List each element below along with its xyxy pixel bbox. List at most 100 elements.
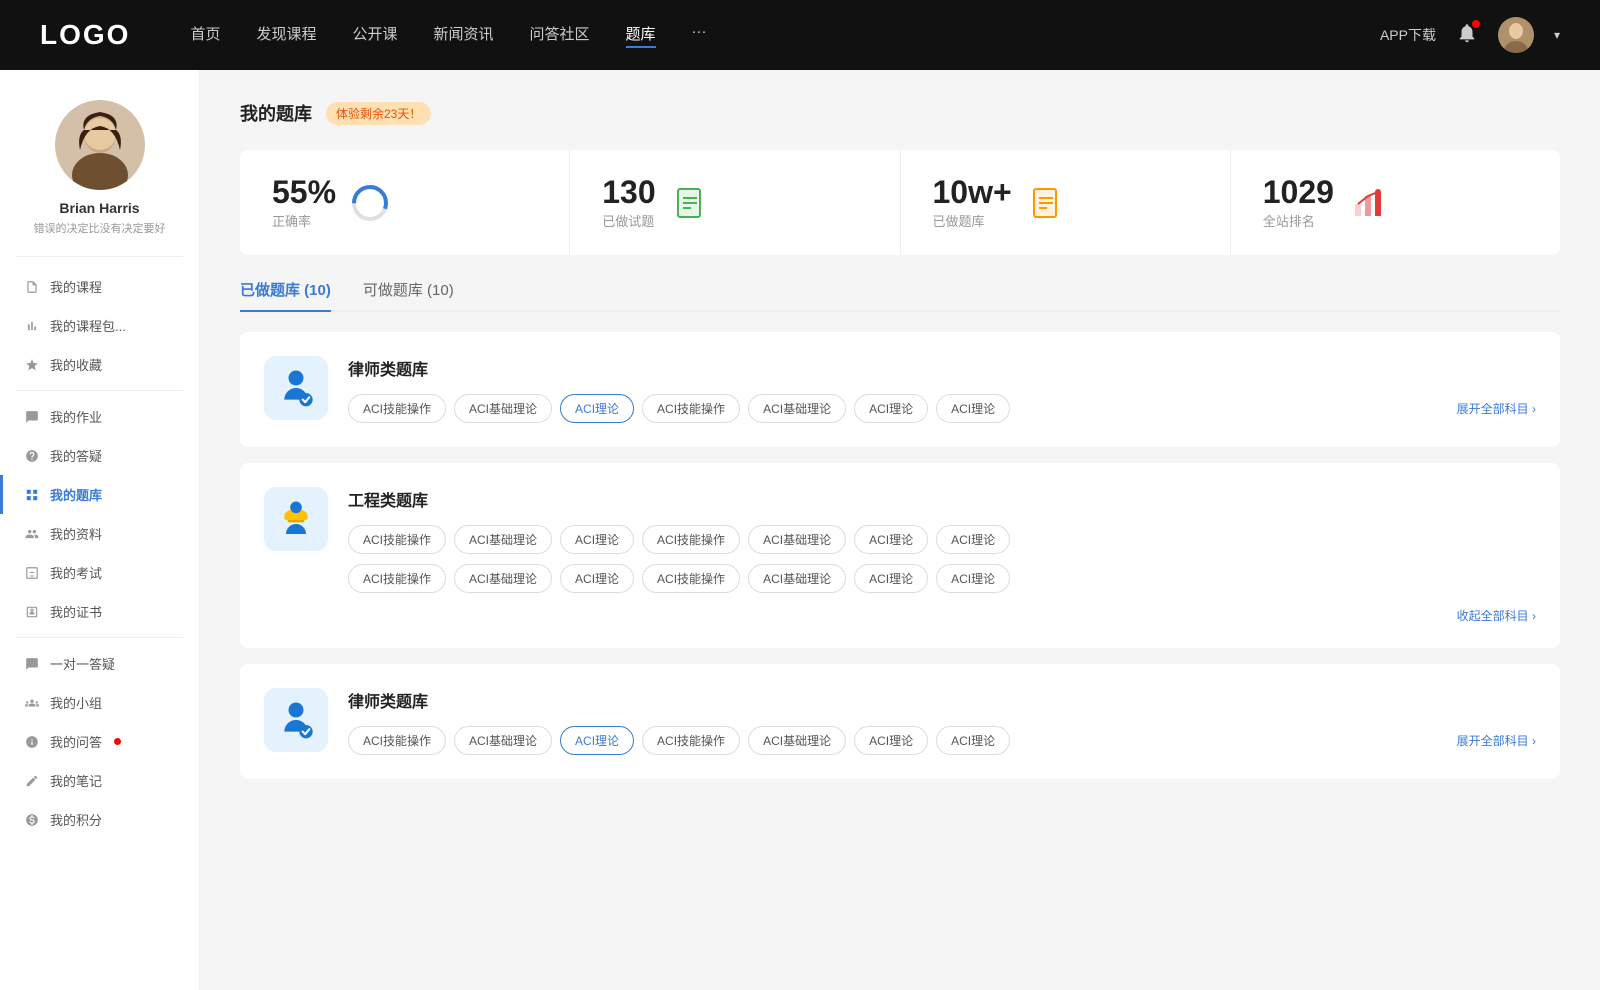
sidebar-item-coursepack[interactable]: 我的课程包... [0,306,199,345]
notification-bell[interactable] [1456,22,1478,49]
expand-tags-btn-1[interactable]: 展开全部科目 › [1457,400,1536,417]
logo[interactable]: LOGO [40,19,130,51]
sidebar-item-label: 我的笔记 [50,771,102,790]
tab-done-banks[interactable]: 已做题库 (10) [240,279,331,312]
sidebar-item-label: 我的考试 [50,563,102,582]
chat-icon [24,656,40,672]
stat-done-questions: 130 已做试题 [570,150,900,255]
bank-info-engineer: 工程类题库 ACI技能操作 ACI基础理论 ACI理论 ACI技能操作 ACI基… [348,487,1536,624]
bank-card-lawyer-1: 律师类题库 ACI技能操作 ACI基础理论 ACI理论 ACI技能操作 ACI基… [240,332,1560,447]
people-icon [24,526,40,542]
sidebar-item-label: 我的积分 [50,810,102,829]
lawyer-icon [264,356,328,420]
etag-0[interactable]: ACI技能操作 [348,525,446,554]
stat-label-banks: 已做题库 [933,214,985,229]
etag-5[interactable]: ACI理论 [854,525,928,554]
divider [16,637,183,638]
bank-info-lawyer-2: 律师类题库 ACI技能操作 ACI基础理论 ACI理论 ACI技能操作 ACI基… [348,688,1536,755]
tag-1[interactable]: ACI基础理论 [454,394,552,423]
doc-icon [24,279,40,295]
stat-value-banks: 10w+ [933,174,1012,211]
ltag-6[interactable]: ACI理论 [936,726,1010,755]
nav-discover[interactable]: 发现课程 [256,23,316,48]
qa-icon [24,734,40,750]
sidebar-avatar [55,100,145,190]
sidebar-item-points[interactable]: 我的积分 [0,800,199,839]
user-dropdown-arrow[interactable]: ▾ [1554,28,1560,42]
collapse-tags-btn[interactable]: 收起全部科目 › [1457,607,1536,624]
stat-value-accuracy: 55% [272,174,336,211]
nav-opencourse[interactable]: 公开课 [352,23,397,48]
bank-tags-engineer-row1: ACI技能操作 ACI基础理论 ACI理论 ACI技能操作 ACI基础理论 AC… [348,525,1536,554]
file-icon [24,565,40,581]
etag2-2[interactable]: ACI理论 [560,564,634,593]
etag-4[interactable]: ACI基础理论 [748,525,846,554]
topnav: LOGO 首页 发现课程 公开课 新闻资讯 问答社区 题库 ··· APP下载 … [0,0,1600,70]
bank-name-lawyer-1: 律师类题库 [348,356,1536,380]
etag2-0[interactable]: ACI技能操作 [348,564,446,593]
divider [16,390,183,391]
sidebar-item-qa[interactable]: 我的答疑 [0,436,199,475]
sidebar-item-1on1[interactable]: 一对一答疑 [0,644,199,683]
ltag-2[interactable]: ACI理论 [560,726,634,755]
etag-3[interactable]: ACI技能操作 [642,525,740,554]
ltag-4[interactable]: ACI基础理论 [748,726,846,755]
expand-tags-btn-3[interactable]: 展开全部科目 › [1457,732,1536,749]
nav-home[interactable]: 首页 [190,23,220,48]
bank-tags-engineer-row2: ACI技能操作 ACI基础理论 ACI理论 ACI技能操作 ACI基础理论 AC… [348,564,1536,593]
sidebar-item-notes[interactable]: 我的笔记 [0,761,199,800]
tag-4[interactable]: ACI基础理论 [748,394,846,423]
sidebar-menu: 我的课程 我的课程包... 我的收藏 我的作业 [0,257,199,849]
sidebar-item-cert[interactable]: 我的证书 [0,592,199,631]
ltag-3[interactable]: ACI技能操作 [642,726,740,755]
etag2-4[interactable]: ACI基础理论 [748,564,846,593]
sidebar-item-label: 我的作业 [50,407,102,426]
sidebar-item-group[interactable]: 我的小组 [0,683,199,722]
ltag-5[interactable]: ACI理论 [854,726,928,755]
sidebar-item-exam[interactable]: 我的考试 [0,553,199,592]
nav-more[interactable]: ··· [692,23,707,48]
sidebar-item-course[interactable]: 我的课程 [0,267,199,306]
nav-bank[interactable]: 题库 [626,23,656,48]
tag-2[interactable]: ACI理论 [560,394,634,423]
ltag-1[interactable]: ACI基础理论 [454,726,552,755]
tag-0[interactable]: ACI技能操作 [348,394,446,423]
chart-red-icon [1350,185,1386,221]
etag-1[interactable]: ACI基础理论 [454,525,552,554]
note-icon [24,773,40,789]
tag-6[interactable]: ACI理论 [936,394,1010,423]
tab-available-banks[interactable]: 可做题库 (10) [363,279,454,310]
sidebar-item-homework[interactable]: 我的作业 [0,397,199,436]
notification-dot [114,738,121,745]
sidebar-item-label: 我的资料 [50,524,102,543]
etag-6[interactable]: ACI理论 [936,525,1010,554]
nav-news[interactable]: 新闻资讯 [434,23,494,48]
bank-info-lawyer-1: 律师类题库 ACI技能操作 ACI基础理论 ACI理论 ACI技能操作 ACI基… [348,356,1536,423]
bank-tags-lawyer-1: ACI技能操作 ACI基础理论 ACI理论 ACI技能操作 ACI基础理论 AC… [348,394,1536,423]
ltag-0[interactable]: ACI技能操作 [348,726,446,755]
page-title: 我的题库 [240,100,312,126]
sidebar-item-questions[interactable]: 我的问答 [0,722,199,761]
grid-icon [24,487,40,503]
stat-label-rank: 全站排名 [1263,214,1315,229]
sidebar-item-bank[interactable]: 我的题库 [0,475,199,514]
doc-green-icon [672,185,708,221]
sidebar-item-profile[interactable]: 我的资料 [0,514,199,553]
stat-value-rank: 1029 [1263,174,1334,211]
lawyer-icon-2 [264,688,328,752]
etag2-3[interactable]: ACI技能操作 [642,564,740,593]
nav-qa[interactable]: 问答社区 [530,23,590,48]
etag-2[interactable]: ACI理论 [560,525,634,554]
user-avatar[interactable] [1498,17,1534,53]
stat-rank: 1029 全站排名 [1231,150,1560,255]
etag2-5[interactable]: ACI理论 [854,564,928,593]
sidebar-item-label: 我的答疑 [50,446,102,465]
etag2-6[interactable]: ACI理论 [936,564,1010,593]
tag-5[interactable]: ACI理论 [854,394,928,423]
sidebar-item-collection[interactable]: 我的收藏 [0,345,199,384]
etag2-1[interactable]: ACI基础理论 [454,564,552,593]
sidebar-item-label: 我的证书 [50,602,102,621]
app-download[interactable]: APP下载 [1380,25,1436,45]
tag-3[interactable]: ACI技能操作 [642,394,740,423]
score-icon [24,812,40,828]
